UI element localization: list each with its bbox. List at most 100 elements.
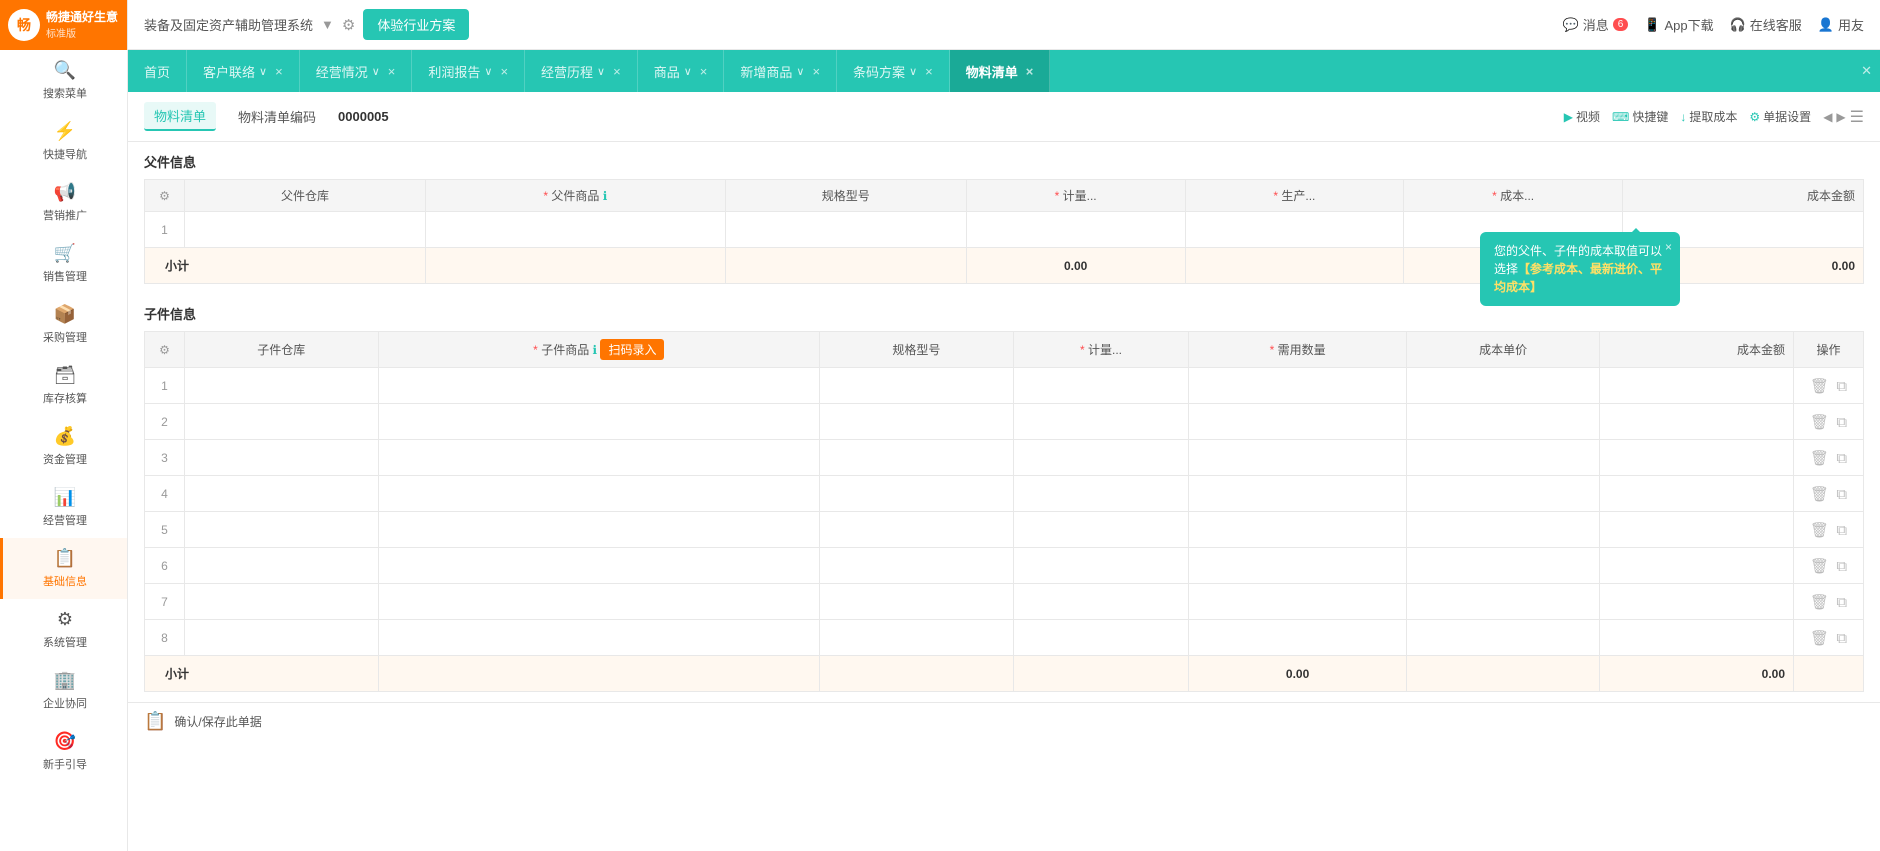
settings-gear-icon[interactable]: ⚙ bbox=[342, 16, 355, 34]
child-warehouse-8[interactable] bbox=[185, 620, 379, 656]
sidebar-item-basic-info[interactable]: 📋 基础信息 bbox=[0, 538, 127, 599]
child-qty-6[interactable] bbox=[1189, 548, 1406, 584]
child-unit-cost-2[interactable] bbox=[1406, 404, 1600, 440]
copy-icon-8[interactable]: ⧉ bbox=[1836, 630, 1847, 647]
delete-icon-4[interactable]: 🗑 bbox=[1810, 486, 1829, 503]
child-qty-4[interactable] bbox=[1189, 476, 1406, 512]
child-qty-2[interactable] bbox=[1189, 404, 1406, 440]
child-qty-5[interactable] bbox=[1189, 512, 1406, 548]
child-spec-1[interactable] bbox=[820, 368, 1014, 404]
delete-icon-3[interactable]: 🗑 bbox=[1810, 450, 1829, 467]
extract-cost-btn[interactable]: ↓ 提取成本 bbox=[1680, 108, 1737, 125]
delete-icon-5[interactable]: 🗑 bbox=[1810, 522, 1829, 539]
page-tab-bom-code[interactable]: 物料清单编码 bbox=[228, 103, 326, 130]
copy-icon-5[interactable]: ⧉ bbox=[1836, 522, 1847, 539]
scan-btn[interactable]: 扫码录入 bbox=[600, 339, 664, 360]
tab-new-goods-close[interactable]: × bbox=[812, 64, 820, 79]
child-qty-7[interactable] bbox=[1189, 584, 1406, 620]
delete-icon-8[interactable]: 🗑 bbox=[1810, 630, 1829, 647]
copy-icon-1[interactable]: ⧉ bbox=[1836, 378, 1847, 395]
message-btn[interactable]: 💬 消息 6 bbox=[1563, 15, 1629, 34]
child-goods-6[interactable] bbox=[378, 548, 820, 584]
child-qty-8[interactable] bbox=[1189, 620, 1406, 656]
sidebar-item-purchase[interactable]: 📦 采购管理 bbox=[0, 294, 127, 355]
tab-barcode[interactable]: 条码方案 ∨ × bbox=[837, 50, 950, 92]
child-unit-cost-6[interactable] bbox=[1406, 548, 1600, 584]
child-spec-6[interactable] bbox=[820, 548, 1014, 584]
exp-btn[interactable]: 体验行业方案 bbox=[363, 9, 469, 40]
delete-icon-1[interactable]: 🗑 bbox=[1810, 378, 1829, 395]
info-icon[interactable]: ℹ bbox=[603, 189, 608, 203]
app-download-btn[interactable]: 📱 App下载 bbox=[1644, 15, 1713, 34]
tab-profit[interactable]: 利润报告 ∨ × bbox=[412, 50, 525, 92]
child-spec-4[interactable] bbox=[820, 476, 1014, 512]
child-unit-cost-5[interactable] bbox=[1406, 512, 1600, 548]
child-unit-2[interactable] bbox=[1013, 404, 1189, 440]
child-col-settings-icon[interactable]: ⚙ bbox=[159, 343, 170, 357]
child-warehouse-7[interactable] bbox=[185, 584, 379, 620]
tab-operations-close[interactable]: × bbox=[388, 64, 396, 79]
copy-icon-2[interactable]: ⧉ bbox=[1836, 414, 1847, 431]
parent-warehouse-1[interactable] bbox=[185, 212, 426, 248]
child-spec-7[interactable] bbox=[820, 584, 1014, 620]
child-warehouse-6[interactable] bbox=[185, 548, 379, 584]
child-info-icon[interactable]: ℹ bbox=[593, 343, 598, 357]
child-goods-1[interactable] bbox=[378, 368, 820, 404]
view-video-btn[interactable]: ▶ 视频 bbox=[1564, 108, 1600, 125]
parent-produce-1[interactable] bbox=[1185, 212, 1404, 248]
child-unit-1[interactable] bbox=[1013, 368, 1189, 404]
child-goods-2[interactable] bbox=[378, 404, 820, 440]
sidebar-item-system[interactable]: ⚙ 系统管理 bbox=[0, 599, 127, 660]
child-spec-5[interactable] bbox=[820, 512, 1014, 548]
child-spec-3[interactable] bbox=[820, 440, 1014, 476]
tab-customers[interactable]: 客户联络 ∨ × bbox=[187, 50, 300, 92]
tab-customers-close[interactable]: × bbox=[275, 64, 283, 79]
sidebar-item-enterprise[interactable]: 🏢 企业协同 bbox=[0, 660, 127, 721]
child-unit-3[interactable] bbox=[1013, 440, 1189, 476]
child-spec-2[interactable] bbox=[820, 404, 1014, 440]
sidebar-item-operations[interactable]: 📊 经营管理 bbox=[0, 477, 127, 538]
child-warehouse-2[interactable] bbox=[185, 404, 379, 440]
child-unit-4[interactable] bbox=[1013, 476, 1189, 512]
child-unit-cost-3[interactable] bbox=[1406, 440, 1600, 476]
parent-goods-1[interactable] bbox=[425, 212, 725, 248]
child-unit-5[interactable] bbox=[1013, 512, 1189, 548]
tab-history[interactable]: 经营历程 ∨ × bbox=[525, 50, 638, 92]
child-unit-cost-7[interactable] bbox=[1406, 584, 1600, 620]
delete-icon-6[interactable]: 🗑 bbox=[1810, 558, 1829, 575]
tab-bom[interactable]: 物料清单 × bbox=[950, 50, 1051, 92]
delete-icon-7[interactable]: 🗑 bbox=[1810, 594, 1829, 611]
single-setting-btn[interactable]: ⚙ 单据设置 bbox=[1749, 108, 1811, 125]
shortcut-btn[interactable]: ⌨ 快捷键 bbox=[1612, 108, 1668, 125]
nav-prev-icon[interactable]: ◀ bbox=[1823, 110, 1832, 124]
tab-goods-close[interactable]: × bbox=[700, 64, 708, 79]
child-unit-6[interactable] bbox=[1013, 548, 1189, 584]
tab-bom-close[interactable]: × bbox=[1026, 64, 1034, 79]
sidebar-item-inventory[interactable]: 🗃 库存核算 bbox=[0, 355, 127, 416]
tab-close-all[interactable]: ✕ bbox=[1853, 63, 1880, 79]
child-goods-4[interactable] bbox=[378, 476, 820, 512]
child-unit-cost-8[interactable] bbox=[1406, 620, 1600, 656]
nav-next-icon[interactable]: ▶ bbox=[1836, 110, 1845, 124]
child-unit-7[interactable] bbox=[1013, 584, 1189, 620]
child-unit-cost-1[interactable] bbox=[1406, 368, 1600, 404]
child-goods-5[interactable] bbox=[378, 512, 820, 548]
sidebar-item-sales[interactable]: 🛒 销售管理 bbox=[0, 233, 127, 294]
tooltip-close-btn[interactable]: × bbox=[1665, 238, 1672, 256]
tab-profit-close[interactable]: × bbox=[500, 64, 508, 79]
sidebar-item-guide[interactable]: 🎯 新手引导 bbox=[0, 721, 127, 782]
menu-icon[interactable]: ☰ bbox=[1850, 107, 1864, 127]
child-warehouse-4[interactable] bbox=[185, 476, 379, 512]
tab-home[interactable]: 首页 bbox=[128, 50, 187, 92]
child-warehouse-3[interactable] bbox=[185, 440, 379, 476]
sidebar-item-finance[interactable]: 💰 资金管理 bbox=[0, 416, 127, 477]
delete-icon-2[interactable]: 🗑 bbox=[1810, 414, 1829, 431]
child-spec-8[interactable] bbox=[820, 620, 1014, 656]
child-qty-3[interactable] bbox=[1189, 440, 1406, 476]
child-unit-8[interactable] bbox=[1013, 620, 1189, 656]
parent-unit-1[interactable] bbox=[966, 212, 1185, 248]
copy-icon-4[interactable]: ⧉ bbox=[1836, 486, 1847, 503]
tab-goods[interactable]: 商品 ∨ × bbox=[638, 50, 725, 92]
copy-icon-3[interactable]: ⧉ bbox=[1836, 450, 1847, 467]
child-warehouse-1[interactable] bbox=[185, 368, 379, 404]
